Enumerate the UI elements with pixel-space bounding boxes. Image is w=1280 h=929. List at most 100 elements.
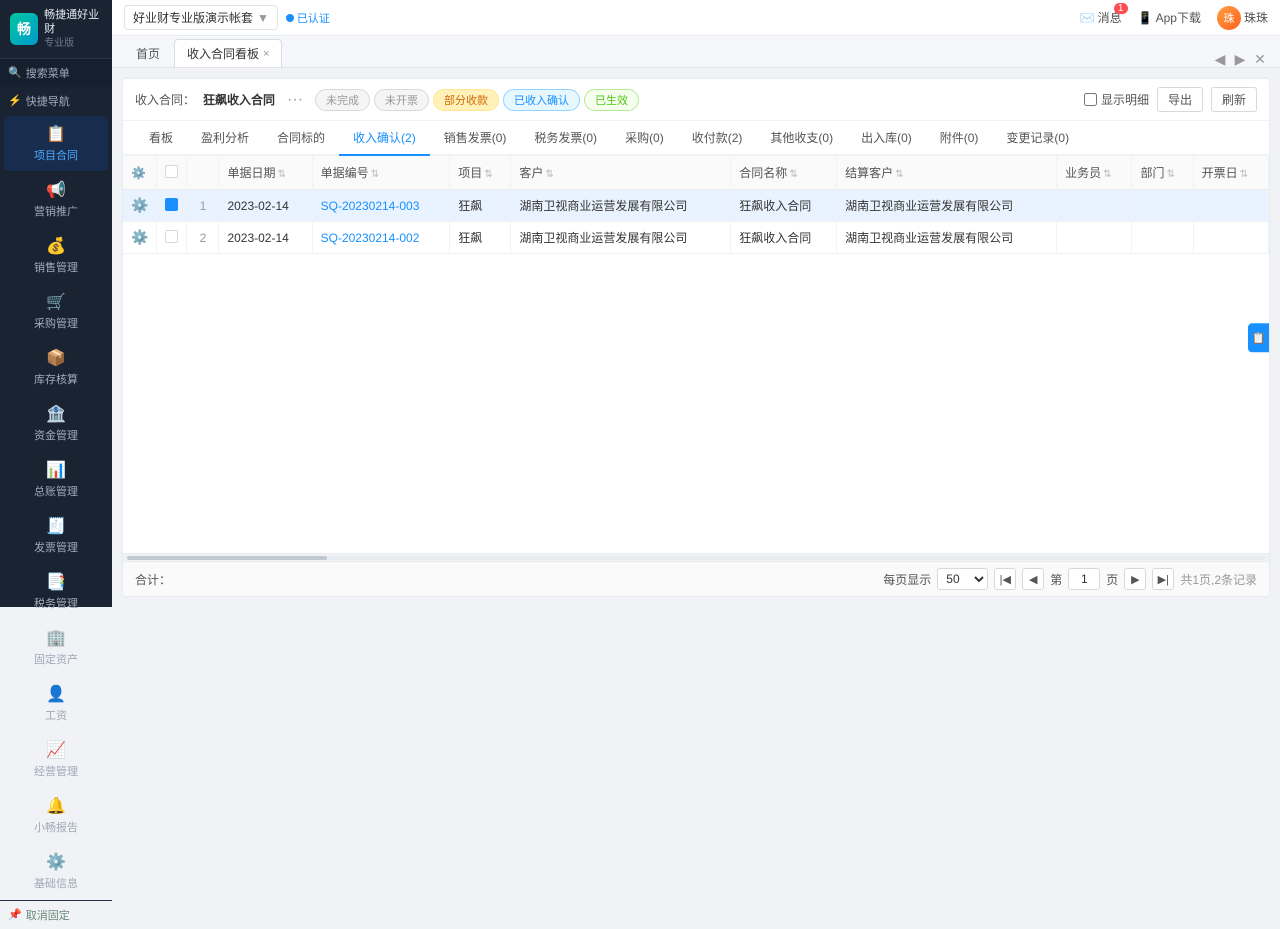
- data-table-container[interactable]: ⚙️单据日期⇅单据编号⇅项目⇅客户⇅合同名称⇅结算客户⇅业务员⇅部门⇅开票日⇅ …: [123, 156, 1269, 553]
- next-page-button[interactable]: ▶: [1124, 568, 1146, 590]
- sort-icon-contract-name[interactable]: ⇅: [789, 169, 797, 180]
- quick-nav-button[interactable]: ⚡ 快捷导航: [0, 87, 112, 115]
- export-button[interactable]: 导出: [1157, 87, 1203, 112]
- page-content: 收入合同： 狂飙收入合同 ··· 未完成未开票部分收款已收入确认已生效 显示明细…: [112, 68, 1280, 607]
- show-detail-checkbox[interactable]: 显示明细: [1084, 91, 1149, 108]
- cell-settle-customer: 湖南卫视商业运营发展有限公司: [837, 222, 1057, 254]
- sub-tab-purchase[interactable]: 采购(0): [611, 121, 678, 156]
- user-profile[interactable]: 珠 珠珠: [1217, 6, 1268, 30]
- sidebar-item-project-contract[interactable]: 📋 项目合同: [4, 116, 108, 171]
- sidebar-item-reports[interactable]: 🔔 小畅报告: [4, 788, 108, 843]
- status-btn-uninvoiced[interactable]: 未开票: [374, 89, 429, 111]
- more-options-button[interactable]: ···: [283, 91, 307, 109]
- search-menu-button[interactable]: 🔍 搜索菜单: [0, 59, 112, 87]
- sidebar-icon-hr: 👤: [46, 684, 66, 704]
- status-btn-partial-received[interactable]: 部分收款: [433, 89, 499, 111]
- row-code-link[interactable]: SQ-20230214-003: [321, 199, 420, 213]
- sub-tab-warehouse[interactable]: 出入库(0): [847, 121, 926, 156]
- tab-income-contract[interactable]: 收入合同看板 ×: [174, 39, 282, 67]
- certified-label: 已认证: [297, 10, 330, 26]
- sub-tab-income-confirm[interactable]: 收入确认(2): [339, 121, 430, 156]
- sidebar-item-general[interactable]: 📊 总账管理: [4, 452, 108, 507]
- sidebar-item-sales[interactable]: 💰 销售管理: [4, 228, 108, 283]
- tab-home[interactable]: 首页: [124, 40, 172, 67]
- unpin-button[interactable]: 📌 取消固定: [0, 900, 112, 929]
- sidebar-icon-fixed-assets: 🏢: [46, 628, 66, 648]
- cell-customer: 湖南卫视商业运营发展有限公司: [511, 190, 731, 222]
- sort-icon-date[interactable]: ⇅: [277, 169, 285, 180]
- col-header-department[interactable]: 部门⇅: [1132, 156, 1193, 190]
- sidebar-item-marketing[interactable]: 📢 营销推广: [4, 172, 108, 227]
- sub-tab-contract-standard[interactable]: 合同标的: [263, 121, 339, 156]
- sub-tab-profit[interactable]: 盈利分析: [187, 121, 263, 156]
- sort-icon-project[interactable]: ⇅: [484, 169, 492, 180]
- col-header-salesperson[interactable]: 业务员⇅: [1057, 156, 1132, 190]
- sidebar-item-inventory[interactable]: 📦 库存核算: [4, 340, 108, 395]
- page-number-input[interactable]: [1068, 568, 1100, 590]
- row-checkbox[interactable]: [165, 198, 178, 211]
- sort-icon-department[interactable]: ⇅: [1166, 169, 1174, 180]
- prev-page-button[interactable]: ◀: [1022, 568, 1044, 590]
- last-page-button[interactable]: ▶|: [1152, 568, 1174, 590]
- show-detail-input[interactable]: [1084, 93, 1097, 106]
- row-gear-icon[interactable]: ⚙️: [131, 197, 148, 213]
- table-row[interactable]: ⚙️12023-02-14SQ-20230214-003狂飙湖南卫视商业运营发展…: [123, 190, 1269, 222]
- horizontal-scrollbar[interactable]: [123, 553, 1269, 561]
- data-table: ⚙️单据日期⇅单据编号⇅项目⇅客户⇅合同名称⇅结算客户⇅业务员⇅部门⇅开票日⇅ …: [123, 156, 1269, 254]
- sidebar-item-fixed-assets[interactable]: 🏢 固定资产: [4, 620, 108, 675]
- col-header-code[interactable]: 单据编号⇅: [312, 156, 450, 190]
- refresh-button[interactable]: 刷新: [1211, 87, 1257, 112]
- col-header-settle-customer[interactable]: 结算客户⇅: [837, 156, 1057, 190]
- app-download-button[interactable]: 📱 App下载: [1138, 9, 1201, 26]
- first-page-button[interactable]: |◀: [994, 568, 1016, 590]
- sidebar-item-invoice[interactable]: 🧾 发票管理: [4, 508, 108, 563]
- sort-icon-code[interactable]: ⇅: [371, 169, 379, 180]
- nav-prev-button[interactable]: ◀: [1212, 51, 1228, 67]
- sidebar-item-hr[interactable]: 👤 工资: [4, 676, 108, 731]
- row-checkbox[interactable]: [165, 230, 178, 243]
- page-size-selector[interactable]: 2050100200: [937, 568, 988, 590]
- tab-close-icon[interactable]: ×: [263, 48, 269, 60]
- select-all-checkbox[interactable]: [165, 165, 178, 178]
- sidebar-label-base-info: 基础信息: [34, 875, 78, 891]
- gear-settings-icon[interactable]: ⚙️: [131, 166, 146, 180]
- sort-icon-settle-customer[interactable]: ⇅: [895, 169, 903, 180]
- sub-tab-payment[interactable]: 收付款(2): [678, 121, 757, 156]
- company-selector[interactable]: 好业财专业版演示帐套 ▼: [124, 5, 278, 30]
- window-close-button[interactable]: ✕: [1252, 51, 1268, 67]
- sort-icon-customer[interactable]: ⇅: [545, 169, 553, 180]
- status-btn-unfinished[interactable]: 未完成: [315, 89, 370, 111]
- sidebar-item-base-info[interactable]: ⚙️ 基础信息: [4, 844, 108, 899]
- col-header-contract-name[interactable]: 合同名称⇅: [731, 156, 837, 190]
- col-header-date[interactable]: 单据日期⇅: [219, 156, 312, 190]
- sidebar-icon-invoice: 🧾: [46, 516, 66, 536]
- sidebar-item-tax[interactable]: 📑 税务管理: [4, 564, 108, 619]
- col-header-project[interactable]: 项目⇅: [450, 156, 511, 190]
- sidebar-item-operations[interactable]: 📈 经营管理: [4, 732, 108, 787]
- sidebar-item-purchase[interactable]: 🛒 采购管理: [4, 284, 108, 339]
- status-btn-confirmed[interactable]: 已收入确认: [503, 89, 580, 111]
- message-button[interactable]: ✉️ 1 消息: [1080, 9, 1122, 26]
- col-header-customer[interactable]: 客户⇅: [511, 156, 731, 190]
- sub-tab-other-income[interactable]: 其他收支(0): [756, 121, 847, 156]
- sidebar-item-capital[interactable]: 🏦 资金管理: [4, 396, 108, 451]
- sub-tab-change-log[interactable]: 变更记录(0): [992, 121, 1083, 156]
- row-gear-icon[interactable]: ⚙️: [131, 229, 148, 245]
- sidebar-label-capital: 资金管理: [34, 427, 78, 443]
- sort-icon-salesperson[interactable]: ⇅: [1103, 169, 1111, 180]
- cell-select: [157, 190, 187, 222]
- chevron-down-icon: ▼: [257, 11, 269, 25]
- table-row[interactable]: ⚙️22023-02-14SQ-20230214-002狂飙湖南卫视商业运营发展…: [123, 222, 1269, 254]
- quick-panel-button[interactable]: 📋: [1248, 323, 1269, 352]
- sub-tab-tax-invoice[interactable]: 税务发票(0): [520, 121, 611, 156]
- col-header-open-date[interactable]: 开票日⇅: [1193, 156, 1268, 190]
- nav-next-button[interactable]: ▶: [1232, 51, 1248, 67]
- scrollbar-thumb[interactable]: [127, 556, 327, 560]
- row-code-link[interactable]: SQ-20230214-002: [321, 231, 420, 245]
- sub-tab-sales-invoice[interactable]: 销售发票(0): [430, 121, 521, 156]
- sort-icon-open-date[interactable]: ⇅: [1240, 169, 1248, 180]
- status-btn-effective[interactable]: 已生效: [584, 89, 639, 111]
- sub-tab-kanban[interactable]: 看板: [135, 121, 187, 156]
- certified-dot: [286, 14, 294, 22]
- sub-tab-attachments[interactable]: 附件(0): [926, 121, 993, 156]
